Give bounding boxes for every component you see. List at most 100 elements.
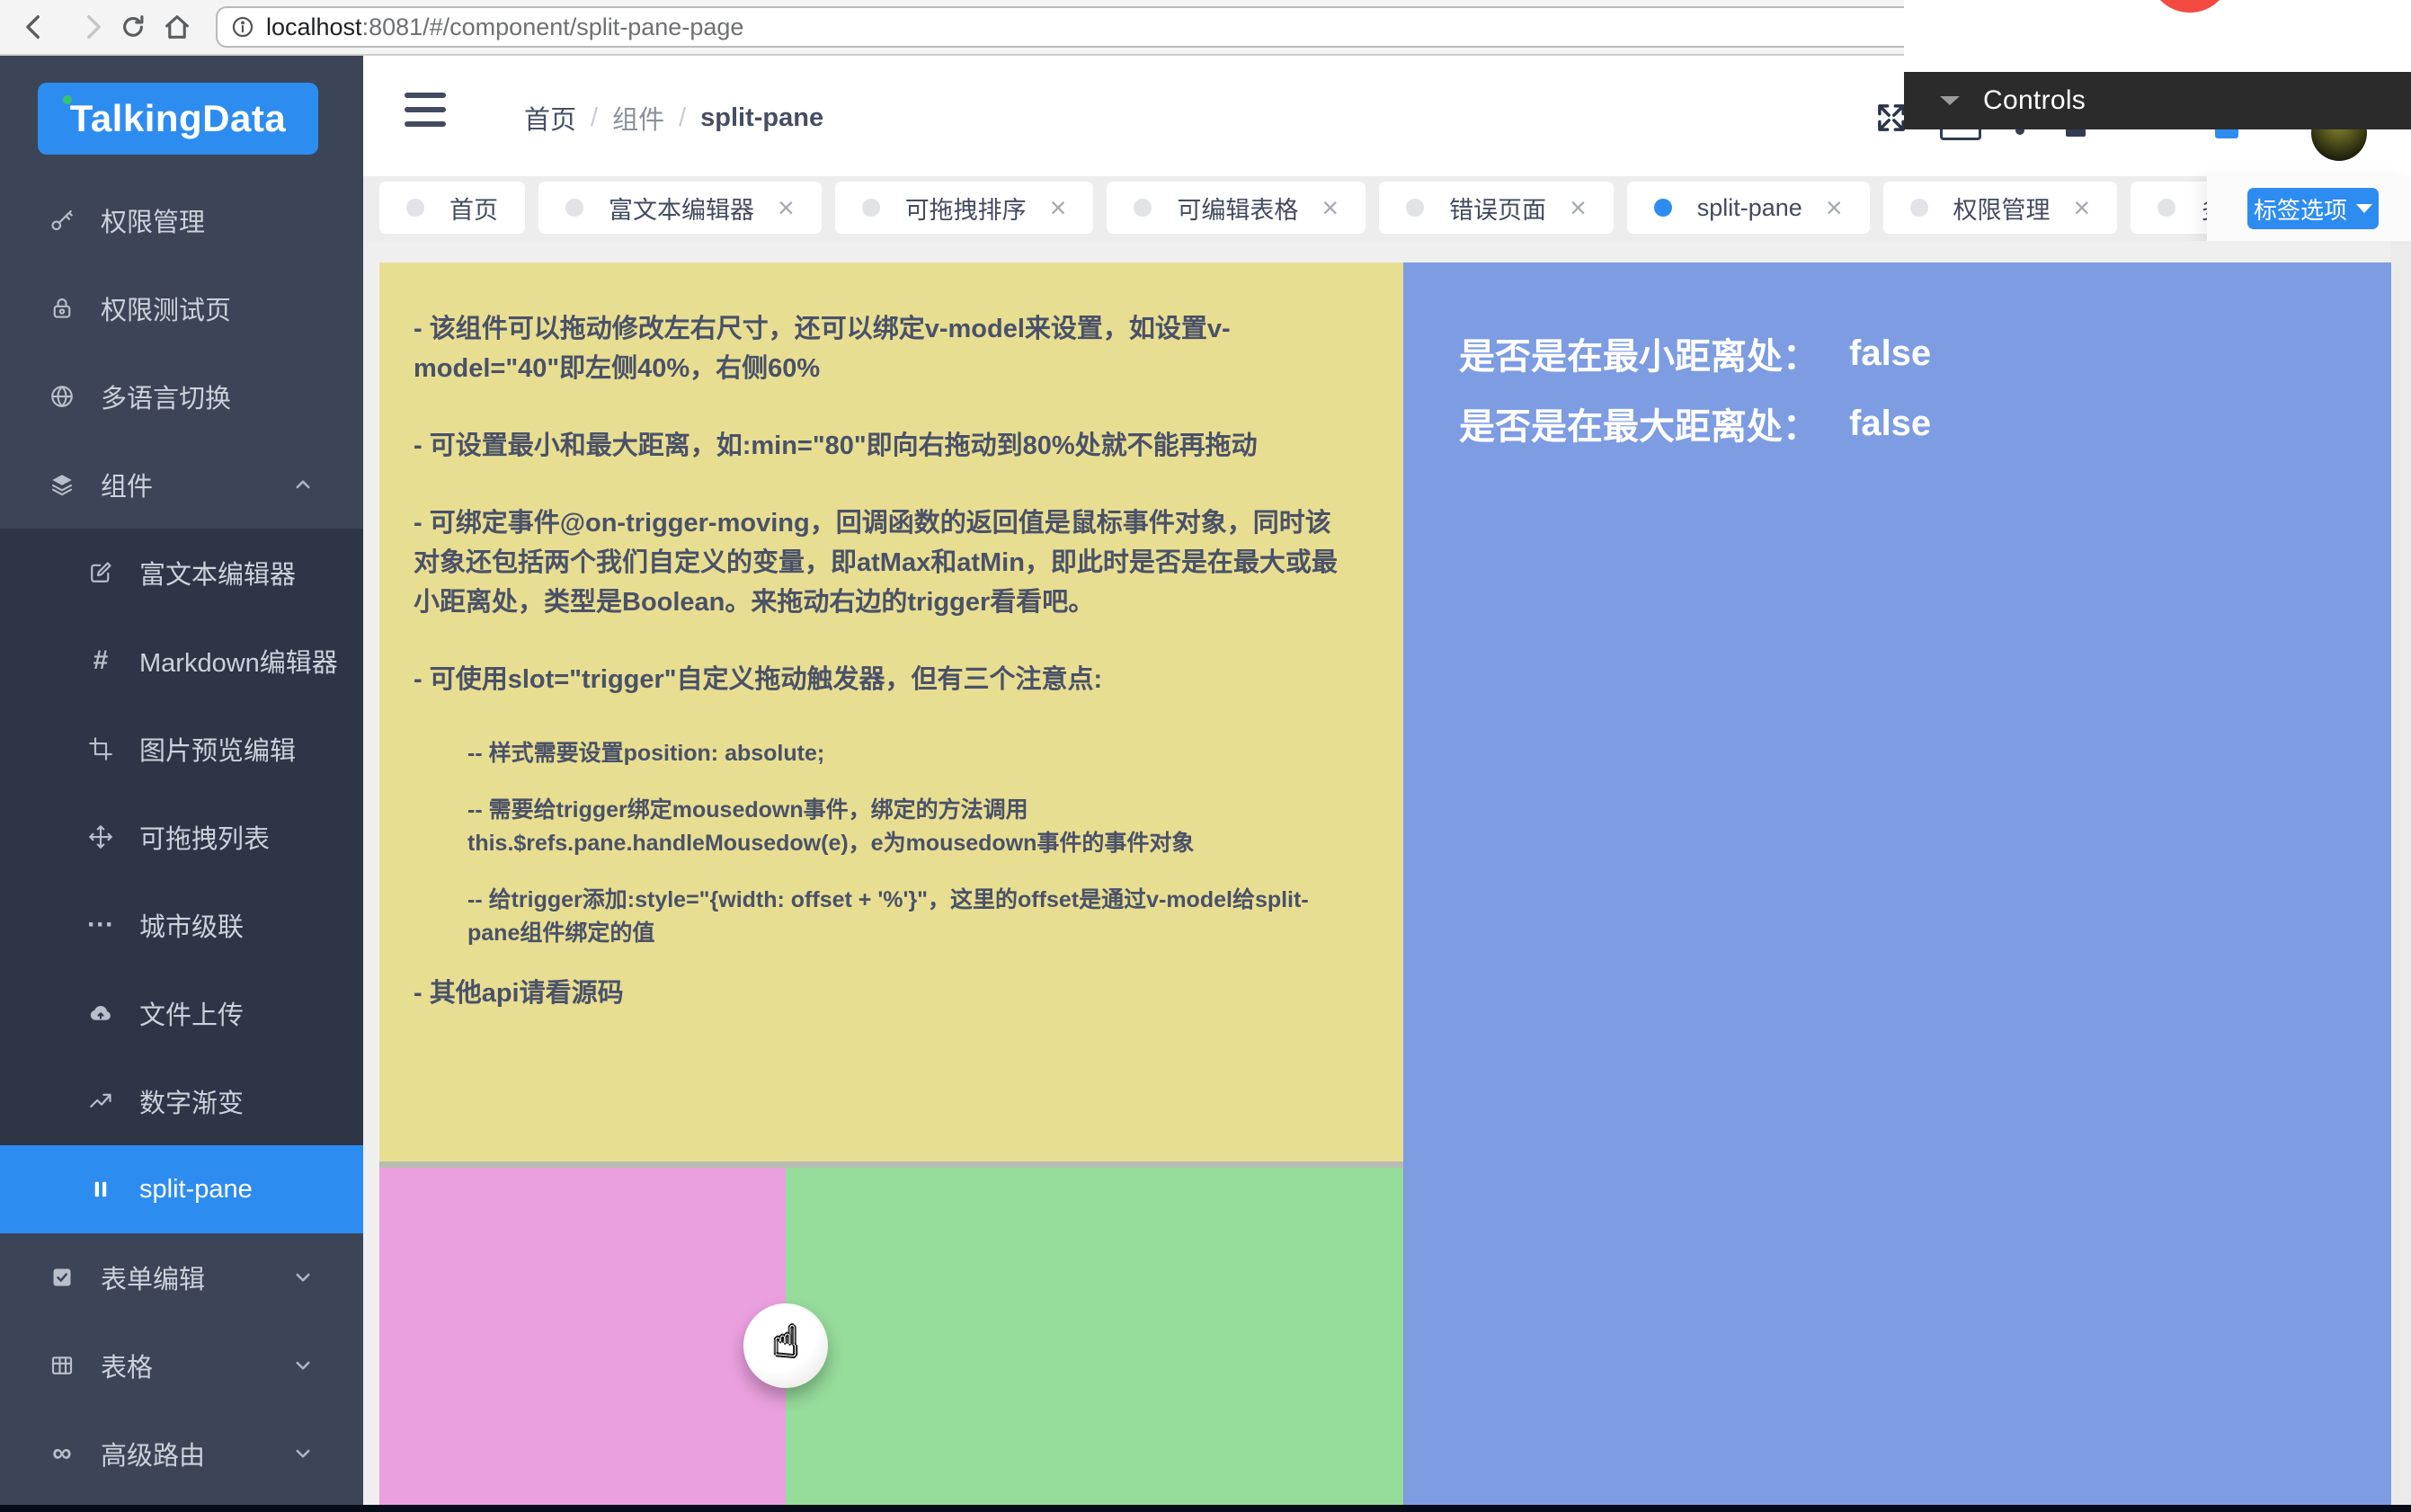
pane-top-left: - 该组件可以拖动修改左右尺寸，还可以绑定v-model来设置，如设置v-mod…: [379, 262, 1403, 1161]
crop-icon: [85, 735, 116, 762]
tab[interactable]: split-pane ×: [1626, 182, 1870, 234]
tab-close-icon[interactable]: ×: [1826, 193, 1843, 222]
sidebar-subitem[interactable]: ··· 城市级联: [0, 881, 363, 969]
hash-icon: #: [93, 645, 109, 675]
sidebar-item[interactable]: 权限测试页: [0, 264, 363, 352]
infinity-icon: ∞: [52, 1438, 72, 1468]
sidebar-group-label: 组件: [101, 473, 154, 502]
sidebar-subitem[interactable]: split-pane: [0, 1145, 363, 1233]
tab-close-icon[interactable]: ×: [778, 193, 795, 222]
tab-status-dot: [1909, 199, 1928, 217]
tab[interactable]: 权限管理 ×: [1882, 182, 2118, 234]
sidebar-subitem-label: 图片预览编辑: [139, 737, 297, 766]
sidebar-item[interactable]: 多语言切换: [0, 352, 363, 440]
tab-close-icon[interactable]: ×: [2074, 193, 2091, 222]
sidebar-item-label: 多语言切换: [101, 385, 232, 414]
tag-options-button[interactable]: 标签选项: [2247, 188, 2379, 229]
sidebar-subitem-label: 富文本编辑器: [139, 561, 297, 590]
doc-paragraph: - 该组件可以拖动修改左右尺寸，还可以绑定v-model来设置，如设置v-mod…: [414, 315, 1231, 383]
tab[interactable]: 可拖拽排序 ×: [834, 182, 1094, 234]
sidebar-item-label: 权限管理: [101, 209, 206, 237]
tab[interactable]: 富文本编辑器 ×: [538, 182, 822, 234]
drag-handle[interactable]: ☝: [743, 1303, 828, 1388]
sidebar-subitem[interactable]: 文件上传: [0, 969, 363, 1057]
tag-nav-bar: 首页 × 富文本编辑器 × 可拖拽排序 × 可编辑表格 × 错误页面 × spl: [363, 176, 2411, 241]
pane-bottom-left: [379, 1168, 786, 1505]
sidebar-group-components[interactable]: 组件: [0, 440, 363, 529]
sidebar-subitem-label: Markdown编辑器: [139, 649, 338, 678]
tab[interactable]: 首页 ×: [379, 182, 525, 234]
edit-icon: [85, 559, 116, 586]
sidebar-group[interactable]: 表格: [0, 1321, 363, 1410]
lock-icon: [47, 295, 77, 322]
state-label: 是否是在最小距离处：: [1459, 337, 1819, 377]
back-icon[interactable]: [19, 12, 49, 42]
ellipsis-icon: ···: [87, 910, 114, 939]
layers-icon: [47, 471, 77, 498]
pane-right: 是否是在最小距离处： false 是否是在最大距离处： false: [1403, 262, 2391, 1505]
site-info-icon[interactable]: [230, 14, 255, 40]
tab-label: 富文本编辑器: [609, 196, 754, 224]
red-indicator: [2149, 0, 2231, 13]
tab[interactable]: 可编辑表格 ×: [1107, 182, 1366, 234]
breadcrumb-components[interactable]: 组件: [612, 99, 664, 137]
sidebar-subitem[interactable]: 可拖拽列表: [0, 793, 363, 881]
tab-status-dot: [861, 199, 880, 217]
cloud-icon: [85, 1000, 116, 1027]
controls-label: Controls: [1983, 85, 2086, 115]
controls-header[interactable]: Controls: [1904, 72, 2411, 129]
state-row: 是否是在最大距离处： false: [1459, 401, 1931, 448]
tab-close-icon[interactable]: ×: [1321, 193, 1339, 222]
tab-label: 权限管理: [1953, 196, 2051, 224]
trigger-state-readout: 是否是在最小距离处： false 是否是在最大距离处： false: [1459, 331, 1931, 471]
menu-toggle-icon[interactable]: [405, 93, 446, 130]
home-icon[interactable]: [162, 12, 192, 42]
chevron-up-icon: [289, 471, 316, 498]
doc-paragraph: - 可设置最小和最大距离，如:min="80"即向右拖动到80%处就不能再拖动: [414, 431, 1258, 460]
tab-label: split-pane: [1696, 193, 1802, 221]
tab-close-icon[interactable]: ×: [1050, 193, 1067, 222]
sidebar-subitem[interactable]: 富文本编辑器: [0, 529, 363, 617]
sidebar-group[interactable]: ∞ 高级路由: [0, 1410, 363, 1498]
sidebar-subitem[interactable]: # Markdown编辑器: [0, 617, 363, 705]
tag-options-panel: 标签选项: [2207, 176, 2411, 248]
checkbox-icon: [47, 1264, 77, 1291]
tab-label: 可拖拽排序: [904, 196, 1027, 224]
sidebar-subitem[interactable]: 图片预览编辑: [0, 705, 363, 793]
pane-bottom-right: [786, 1168, 1403, 1505]
table-icon: [47, 1352, 77, 1379]
refresh-icon[interactable]: [118, 12, 148, 42]
tab-label: 首页: [449, 196, 498, 224]
tab-close-icon[interactable]: ×: [1570, 193, 1587, 222]
split-pane-demo: - 该组件可以拖动修改左右尺寸，还可以绑定v-model来设置，如设置v-mod…: [379, 262, 2391, 1505]
sidebar-subitem[interactable]: 数字渐变: [0, 1057, 363, 1145]
horizontal-trigger[interactable]: [379, 1161, 1403, 1168]
state-label: 是否是在最大距离处：: [1459, 407, 1819, 447]
tab-status-dot: [1406, 199, 1425, 217]
chevron-down-icon: [289, 1440, 316, 1467]
doc-paragraph: -- 样式需要设置position: absolute;: [467, 741, 825, 766]
hand-cursor-icon: ☝: [772, 1319, 799, 1366]
logo[interactable]: TalkingData: [38, 83, 318, 155]
caret-down-icon: [2356, 204, 2372, 213]
trend-icon: [85, 1088, 116, 1115]
sidebar-subitem-label: 城市级联: [139, 913, 245, 942]
pause-icon: [85, 1176, 116, 1203]
breadcrumb-home[interactable]: 首页: [524, 99, 576, 137]
sidebar-item[interactable]: 权限管理: [0, 176, 363, 264]
sidebar-subitem-label: 可拖拽列表: [139, 825, 271, 854]
logo-leaf-icon: [63, 95, 72, 104]
desktop-edge: [0, 1505, 2411, 1512]
sidebar-group[interactable]: 表单编辑: [0, 1233, 363, 1321]
forward-icon[interactable]: [77, 12, 108, 42]
doc-paragraph: -- 给trigger添加:style="{width: offset + '%…: [467, 887, 1309, 946]
breadcrumb: 首页 / 组件 / split-pane: [524, 99, 823, 137]
sidebar-subitem-label: split-pane: [139, 1174, 253, 1204]
scrollbar-track[interactable]: [2391, 241, 2411, 1505]
tab[interactable]: 错误页面 ×: [1379, 182, 1614, 234]
sidebar-group-label: 表格: [101, 1354, 154, 1383]
globe-icon: [47, 383, 77, 410]
doc-paragraph: - 可绑定事件@on-trigger-moving，回调函数的返回值是鼠标事件对…: [414, 509, 1338, 617]
collapse-caret-icon: [1940, 96, 1960, 105]
tab-status-dot: [565, 199, 583, 217]
